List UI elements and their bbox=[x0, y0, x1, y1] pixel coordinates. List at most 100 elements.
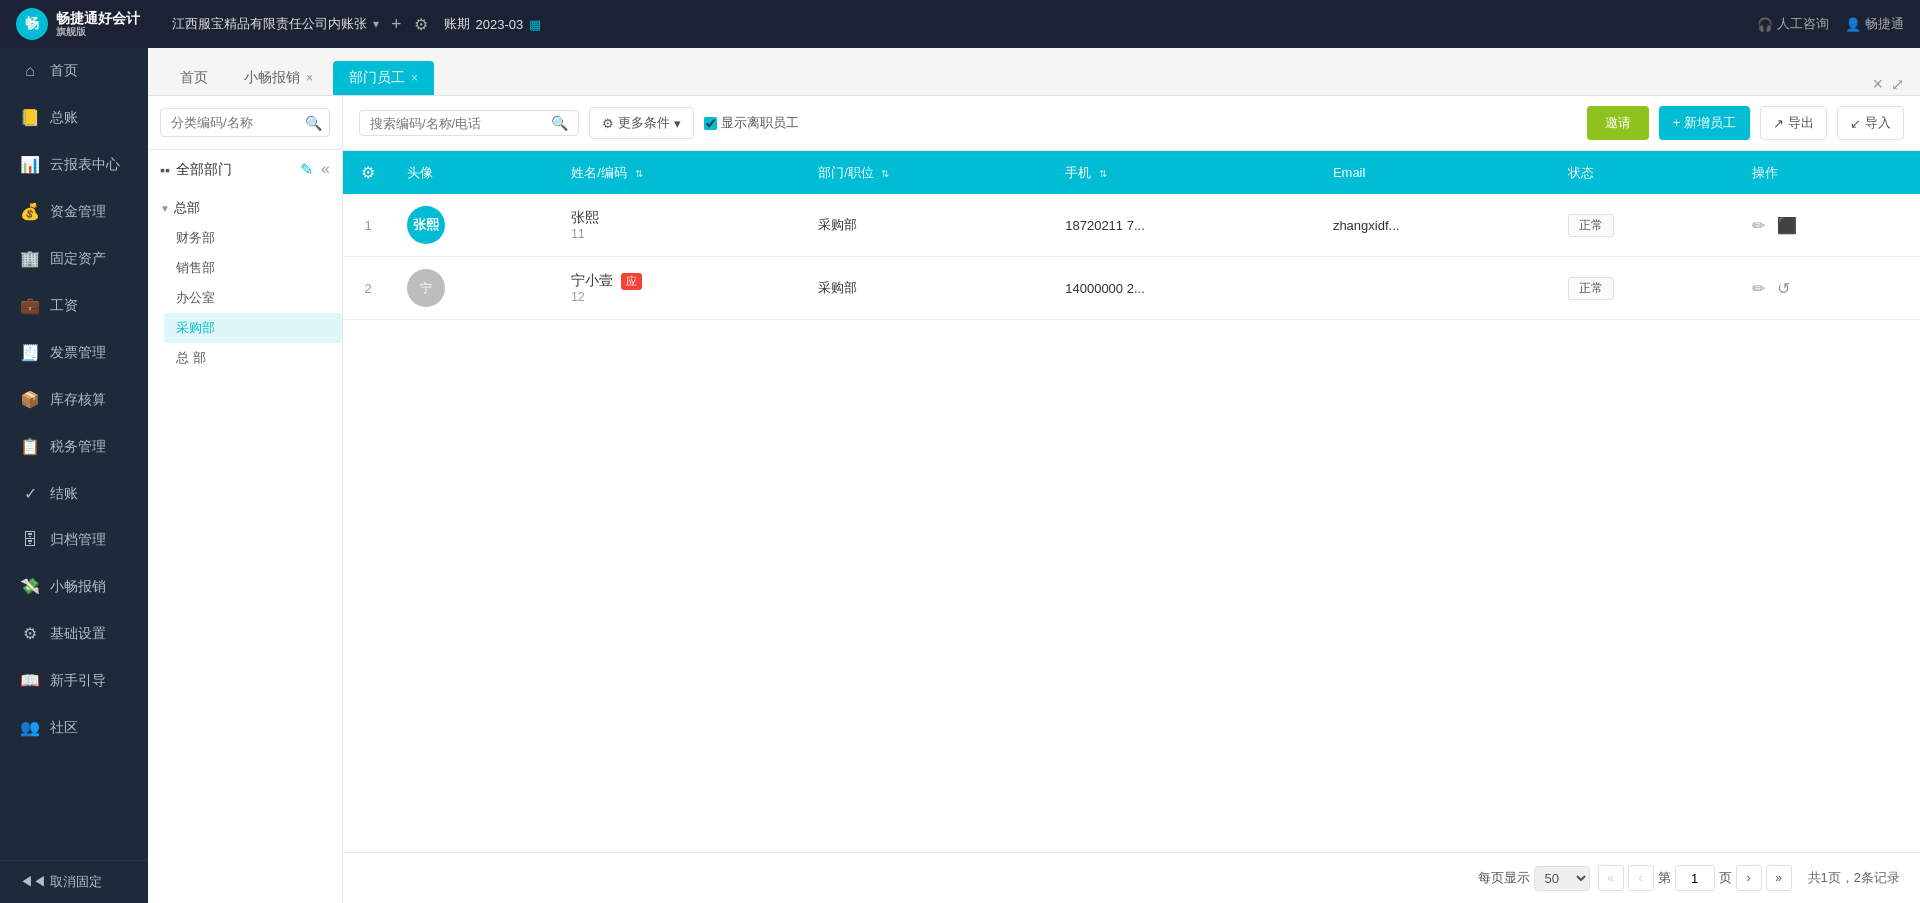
add-company-button[interactable]: + bbox=[391, 14, 402, 35]
show-resigned-toggle[interactable]: 显示离职员工 bbox=[704, 114, 799, 132]
tab-dept-close[interactable]: × bbox=[411, 71, 418, 85]
last-page-button[interactable]: » bbox=[1766, 865, 1792, 891]
sidebar-unpin-button[interactable]: ◀◀ 取消固定 bbox=[0, 860, 148, 903]
sidebar-item-archive[interactable]: 🗄 归档管理 bbox=[0, 517, 148, 563]
add-employee-button[interactable]: + 新增员工 bbox=[1659, 106, 1750, 140]
dept-header-icons: ✎ « bbox=[300, 160, 330, 179]
sidebar-item-invoice[interactable]: 🧾 发票管理 bbox=[0, 329, 148, 376]
next-page-button[interactable]: › bbox=[1736, 865, 1762, 891]
sidebar-item-funds[interactable]: 💰 资金管理 bbox=[0, 188, 148, 235]
sidebar-item-label: 小畅报销 bbox=[50, 578, 106, 596]
dept-node-finance[interactable]: 财务部 bbox=[164, 223, 342, 253]
sidebar-item-inventory[interactable]: 📦 库存核算 bbox=[0, 376, 148, 423]
all-dept-icon: ▪▪ bbox=[160, 162, 170, 178]
col-email: Email bbox=[1319, 151, 1554, 194]
dept-node-purchase[interactable]: 采购部 bbox=[164, 313, 342, 343]
tab-dept-employee[interactable]: 部门员工 × bbox=[333, 61, 434, 95]
filter-chevron-icon: ▾ bbox=[674, 116, 681, 131]
emp-table: ⚙ 头像 姓名/编码 ⇅ 部门/职位 ⇅ 手机 ⇅ bbox=[343, 151, 1920, 320]
emp-search-bar: 🔍 bbox=[359, 110, 579, 136]
tab-home[interactable]: 首页 bbox=[164, 61, 224, 95]
sidebar-item-guide[interactable]: 📖 新手引导 bbox=[0, 657, 148, 704]
dept-header: ▪▪ 全部部门 ✎ « bbox=[148, 150, 342, 189]
ning-tag: 应 bbox=[621, 273, 642, 290]
topbar-right: 🎧 人工咨询 👤 畅捷通 bbox=[1757, 15, 1904, 33]
service-button[interactable]: 🎧 人工咨询 bbox=[1757, 15, 1829, 33]
filter-more-button[interactable]: ⚙ 更多条件 ▾ bbox=[589, 107, 694, 139]
col-name[interactable]: 姓名/编码 ⇅ bbox=[557, 151, 804, 194]
tab-expense-close[interactable]: × bbox=[306, 71, 313, 85]
table-header-row: ⚙ 头像 姓名/编码 ⇅ 部门/职位 ⇅ 手机 ⇅ bbox=[343, 151, 1920, 194]
col-settings[interactable]: ⚙ bbox=[343, 151, 393, 194]
inventory-icon: 📦 bbox=[20, 390, 40, 409]
calendar-icon: ▦ bbox=[529, 17, 541, 32]
sidebar-item-settings[interactable]: ⚙ 基础设置 bbox=[0, 610, 148, 657]
per-page-select[interactable]: 10 20 50 100 bbox=[1534, 866, 1590, 891]
dept-node-sales[interactable]: 销售部 bbox=[164, 253, 342, 283]
sidebar-item-label: 社区 bbox=[50, 719, 78, 737]
per-page-selector: 每页显示 10 20 50 100 bbox=[1478, 866, 1590, 891]
user-menu[interactable]: 👤 畅捷通 bbox=[1845, 15, 1904, 33]
sidebar-item-expense[interactable]: 💸 小畅报销 bbox=[0, 563, 148, 610]
edit-row1-icon[interactable]: ✏ bbox=[1752, 216, 1765, 235]
sidebar-item-label: 固定资产 bbox=[50, 250, 106, 268]
sidebar: ⌂ 首页 📒 总账 📊 云报表中心 💰 资金管理 🏢 固定资产 💼 工资 🧾 发… bbox=[0, 48, 148, 903]
prev-page-button[interactable]: ‹ bbox=[1628, 865, 1654, 891]
topbar: 畅 畅捷通好会计 旗舰版 江西服宝精品有限责任公司内账张 ▾ + ⚙ 账期 20… bbox=[0, 0, 1920, 48]
dept-node-office[interactable]: 办公室 bbox=[164, 283, 342, 313]
emp-search-input[interactable] bbox=[370, 116, 545, 131]
tab-bar: 首页 小畅报销 × 部门员工 × × ⤢ bbox=[148, 48, 1920, 96]
col-dept[interactable]: 部门/职位 ⇅ bbox=[804, 151, 1051, 194]
sidebar-item-label: 总账 bbox=[50, 109, 78, 127]
emp-toolbar-right: 邀请 + 新增员工 ↗ 导出 ↙ 导入 bbox=[1587, 106, 1904, 140]
edit-row2-icon[interactable]: ✏ bbox=[1752, 279, 1765, 298]
row2-avatar: 宁 bbox=[393, 257, 557, 320]
sidebar-item-label: 税务管理 bbox=[50, 438, 106, 456]
assets-icon: 🏢 bbox=[20, 249, 40, 268]
row1-no: 1 bbox=[343, 194, 393, 257]
dept-group-main: ▼ 总部 财务部 销售部 办公室 采购部 总 部 bbox=[148, 193, 342, 373]
sidebar-item-tax[interactable]: 📋 税务管理 bbox=[0, 423, 148, 470]
sidebar-item-reports[interactable]: 📊 云报表中心 bbox=[0, 141, 148, 188]
export-button[interactable]: ↗ 导出 bbox=[1760, 106, 1827, 140]
page-number-input[interactable] bbox=[1675, 865, 1715, 891]
tab-bar-right: × ⤢ bbox=[1872, 74, 1904, 95]
row1-phone: 18720211 7... bbox=[1051, 194, 1319, 257]
show-resigned-checkbox[interactable] bbox=[704, 117, 717, 130]
sidebar-item-home[interactable]: ⌂ 首页 bbox=[0, 48, 148, 94]
sidebar-item-salary[interactable]: 💼 工资 bbox=[0, 282, 148, 329]
import-button[interactable]: ↙ 导入 bbox=[1837, 106, 1904, 140]
sidebar-item-label: 资金管理 bbox=[50, 203, 106, 221]
tab-expand-icon[interactable]: ⤢ bbox=[1891, 75, 1904, 94]
dept-search-icon[interactable]: 🔍 bbox=[305, 115, 322, 131]
tab-close-all-icon[interactable]: × bbox=[1872, 74, 1883, 95]
refresh-row2-icon[interactable]: ↺ bbox=[1777, 279, 1790, 298]
dept-panel: 🔍 ▪▪ 全部部门 ✎ « ▼ 总部 bbox=[148, 96, 343, 903]
dept-group-header[interactable]: ▼ 总部 bbox=[148, 193, 342, 223]
table-settings-icon[interactable]: ⚙ bbox=[361, 164, 375, 181]
row2-email bbox=[1319, 257, 1554, 320]
emp-search-icon[interactable]: 🔍 bbox=[551, 115, 568, 131]
invoice-icon: 🧾 bbox=[20, 343, 40, 362]
tab-expense[interactable]: 小畅报销 × bbox=[228, 61, 329, 95]
period-selector[interactable]: 账期 2023-03 ▦ bbox=[444, 15, 542, 33]
sidebar-item-ledger[interactable]: 📒 总账 bbox=[0, 94, 148, 141]
sidebar-item-more[interactable]: 👥 社区 bbox=[0, 704, 148, 751]
dept-collapse-icon[interactable]: « bbox=[321, 160, 330, 179]
dept-node-hq[interactable]: 总 部 bbox=[164, 343, 342, 373]
settings-icon: ⚙ bbox=[20, 624, 40, 643]
company-settings-icon[interactable]: ⚙ bbox=[414, 15, 428, 34]
row1-name: 张熙 11 bbox=[557, 194, 804, 257]
total-info: 共1页，2条记录 bbox=[1808, 869, 1900, 887]
avatar-ning: 宁 bbox=[407, 269, 445, 307]
col-phone[interactable]: 手机 ⇅ bbox=[1051, 151, 1319, 194]
sidebar-item-settlement[interactable]: ✓ 结账 bbox=[0, 470, 148, 517]
dept-children: 财务部 销售部 办公室 采购部 总 部 bbox=[148, 223, 342, 373]
dept-edit-icon[interactable]: ✎ bbox=[300, 160, 313, 179]
company-selector[interactable]: 江西服宝精品有限责任公司内账张 ▾ bbox=[172, 15, 379, 33]
logout-row1-icon[interactable]: ⬛ bbox=[1777, 216, 1797, 235]
invite-button[interactable]: 邀请 bbox=[1587, 106, 1649, 140]
first-page-button[interactable]: « bbox=[1598, 865, 1624, 891]
sidebar-item-assets[interactable]: 🏢 固定资产 bbox=[0, 235, 148, 282]
dept-search-bar: 🔍 bbox=[148, 96, 342, 150]
